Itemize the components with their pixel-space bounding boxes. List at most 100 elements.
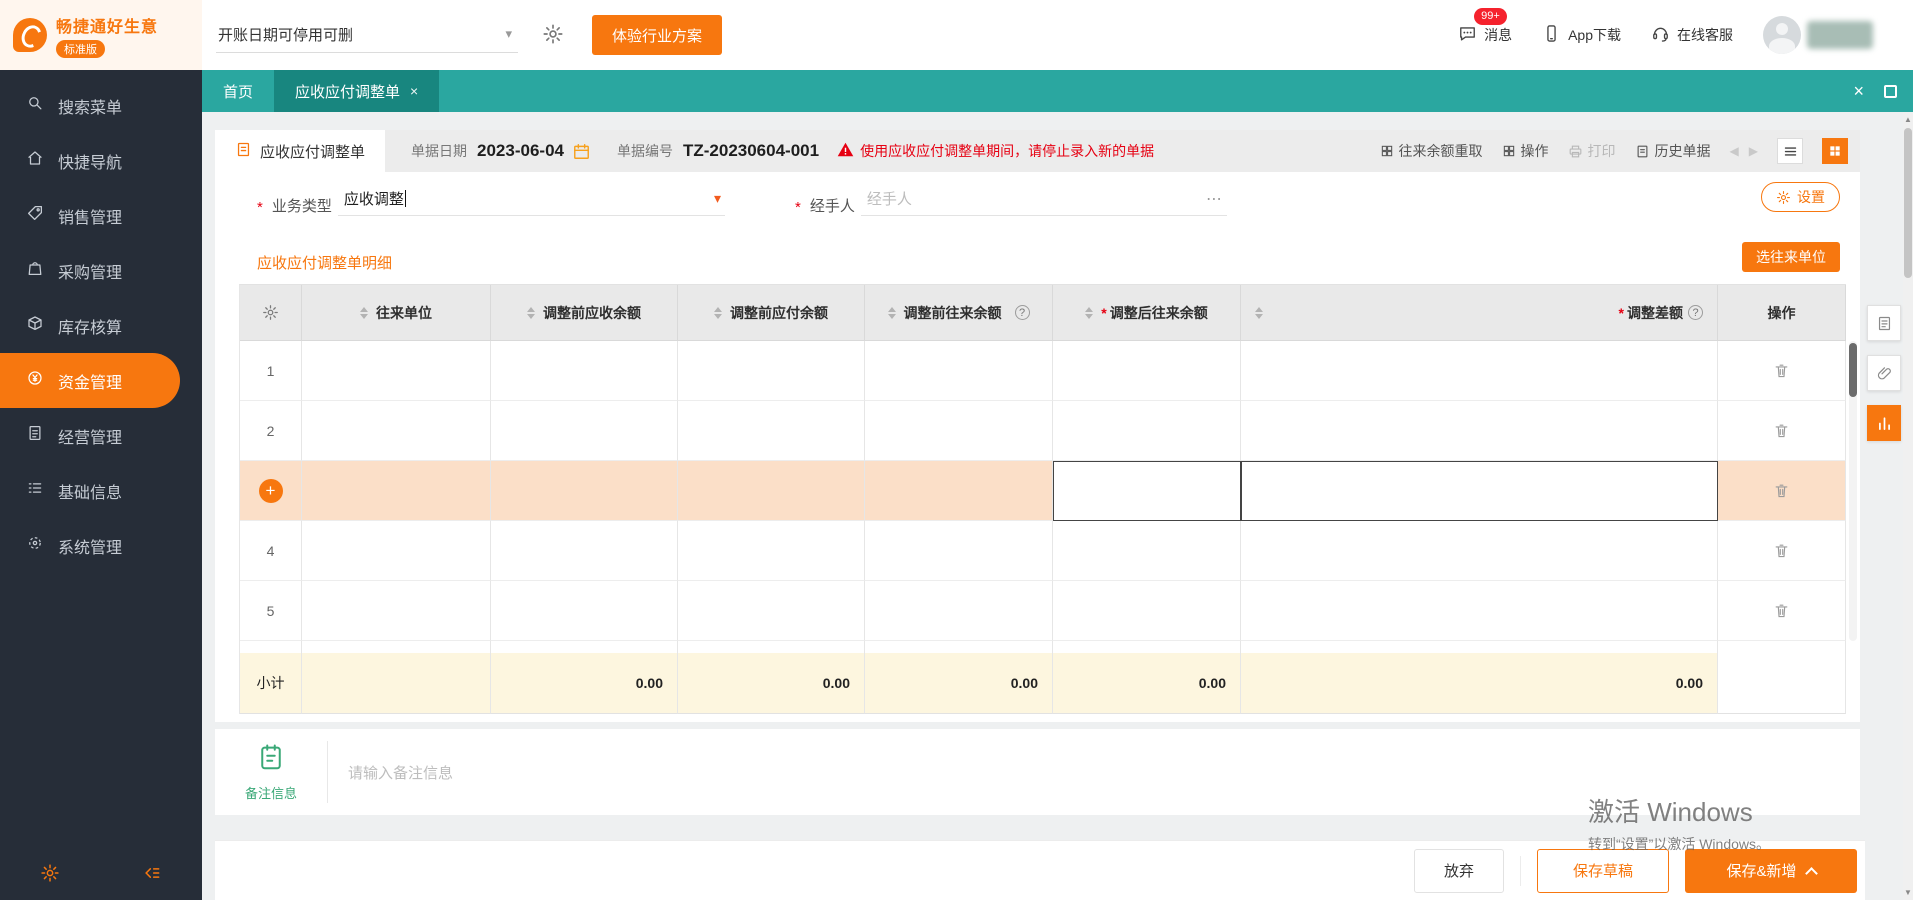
sidebar-collapse-icon[interactable] [142,863,162,888]
cell-pre-balance[interactable] [865,341,1053,401]
cell-pre-receivable[interactable] [491,521,678,581]
sidebar-item-system[interactable]: 系统管理 [0,518,202,573]
cell-partner[interactable] [302,461,491,521]
sidebar-settings-gear-icon[interactable] [40,863,60,888]
header-post-balance[interactable]: * 调整后往来余额 [1053,285,1241,341]
cell-pre-receivable[interactable] [491,461,678,521]
cell-post-balance[interactable] [1053,521,1241,581]
cell-pre-receivable[interactable] [491,341,678,401]
prev-doc-arrow-icon[interactable]: ◀ [1730,144,1739,158]
scroll-down-icon[interactable]: ▼ [1903,888,1913,897]
cell-partner[interactable] [302,581,491,641]
cell-diff[interactable] [1241,521,1718,581]
fullscreen-icon[interactable] [1884,84,1897,98]
user-avatar[interactable] [1763,16,1801,54]
analytics-panel-button[interactable] [1867,405,1901,441]
remark-input[interactable]: 请输入备注信息 [328,762,1860,783]
cell-pre-receivable[interactable] [491,401,678,461]
list-view-button[interactable] [1777,138,1803,164]
sort-icon [714,306,722,319]
sidebar-item-funds[interactable]: 资金管理 [0,353,180,408]
sidebar-item-inventory[interactable]: 库存核算 [0,298,202,353]
topbar-settings-gear-icon[interactable] [542,23,566,47]
close-all-tabs-icon[interactable]: × [1853,82,1864,100]
delete-row-icon[interactable] [1773,362,1790,379]
tab-home[interactable]: 首页 [202,70,274,112]
cell-diff[interactable] [1241,401,1718,461]
settings-button[interactable]: 设置 [1761,182,1840,212]
sidebar-item-purchase[interactable]: 采购管理 [0,243,202,298]
handler-input[interactable]: 经手人 ⋯ [860,184,1227,216]
cell-pre-balance[interactable] [865,401,1053,461]
print-button[interactable]: 打印 [1568,141,1616,161]
header-pre-receivable[interactable]: 调整前应收余额 [491,285,678,341]
header-diff[interactable]: * 调整差额? [1241,285,1718,341]
table-row: 2 [240,401,1846,461]
cell-pre-balance[interactable] [865,581,1053,641]
trial-solution-button[interactable]: 体验行业方案 [592,15,723,55]
column-settings-cell[interactable] [240,285,302,341]
abandon-button[interactable]: 放弃 [1414,848,1504,893]
sidebar-item-quick-nav[interactable]: 快捷导航 [0,133,202,188]
tab-close-icon[interactable]: × [410,83,418,99]
cell-pre-receivable[interactable] [491,581,678,641]
delete-row-icon[interactable] [1773,422,1790,439]
sidebar-item-label: 采购管理 [58,264,123,282]
delete-row-icon[interactable] [1773,482,1790,499]
cell-pre-payable[interactable] [678,401,865,461]
scroll-up-icon[interactable]: ▲ [1903,115,1913,124]
calendar-icon[interactable] [572,142,591,161]
header-pre-balance[interactable]: 调整前往来余额 ? [865,285,1053,341]
cell-partner[interactable] [302,521,491,581]
more-options-icon[interactable]: ⋯ [1206,189,1223,209]
required-mark: * [795,199,801,216]
next-doc-arrow-icon[interactable]: ▶ [1749,144,1758,158]
subtotal-pre-receivable: 0.00 [491,653,678,714]
sidebar-item-search-menu[interactable]: 搜索菜单 [0,78,202,133]
cell-pre-payable[interactable] [678,341,865,401]
tab-adjustment-doc[interactable]: 应收应付调整单 × [274,70,440,112]
online-service-button[interactable]: 在线客服 [1651,24,1733,46]
save-and-new-button[interactable]: 保存&新增 [1685,848,1857,893]
history-docs-button[interactable]: 历史单据 [1635,141,1711,161]
sidebar-item-operations[interactable]: 经营管理 [0,408,202,463]
cell-pre-balance[interactable] [865,461,1053,521]
header-partner[interactable]: 往来单位 [302,285,491,341]
cell-post-balance-editing[interactable] [1053,461,1241,521]
cell-partner[interactable] [302,341,491,401]
select-partner-button[interactable]: 选往来单位 [1742,242,1840,272]
cell-post-balance[interactable] [1053,581,1241,641]
cell-post-balance[interactable] [1053,401,1241,461]
cell-pre-payable[interactable] [678,581,865,641]
cell-diff[interactable] [1241,581,1718,641]
sidebar-item-basic-info[interactable]: 基础信息 [0,463,202,518]
add-row-button[interactable]: + [258,478,283,503]
page-scrollbar-thumb[interactable] [1904,128,1912,278]
delete-row-icon[interactable] [1773,602,1790,619]
cell-diff-editing[interactable] [1241,461,1718,521]
grid-scrollbar[interactable] [1849,341,1857,641]
header-pre-payable[interactable]: 调整前应付余额 [678,285,865,341]
cell-post-balance[interactable] [1053,341,1241,401]
biz-type-select[interactable]: 应收调整 ▾ [337,184,725,216]
grid-view-button[interactable] [1822,138,1848,164]
document-title-tab[interactable]: 应收应付调整单 [215,130,386,172]
cell-pre-payable[interactable] [678,521,865,581]
app-download-button[interactable]: App下载 [1542,24,1621,46]
refetch-balance-button[interactable]: 往来余额重取 [1380,141,1483,161]
delete-row-icon[interactable] [1773,542,1790,559]
cell-pre-balance[interactable] [865,521,1053,581]
cell-pre-payable[interactable] [678,461,865,521]
account-period-dropdown[interactable]: 开账日期可停用可删 ▾ [216,16,518,53]
save-draft-button[interactable]: 保存草稿 [1537,848,1669,893]
sidebar-item-sales[interactable]: 销售管理 [0,188,202,243]
actions-menu-button[interactable]: 操作 [1502,141,1549,161]
messages-button[interactable]: 99+ 消息 [1458,8,1512,46]
page-scrollbar[interactable]: ▲ ▼ [1903,112,1913,900]
cell-partner[interactable] [302,401,491,461]
attachment-button[interactable] [1867,355,1901,391]
grid-scrollbar-thumb[interactable] [1849,343,1857,397]
cell-diff[interactable] [1241,341,1718,401]
doc-date-value[interactable]: 2023-06-04 [477,141,564,161]
report-panel-button[interactable] [1867,305,1901,341]
